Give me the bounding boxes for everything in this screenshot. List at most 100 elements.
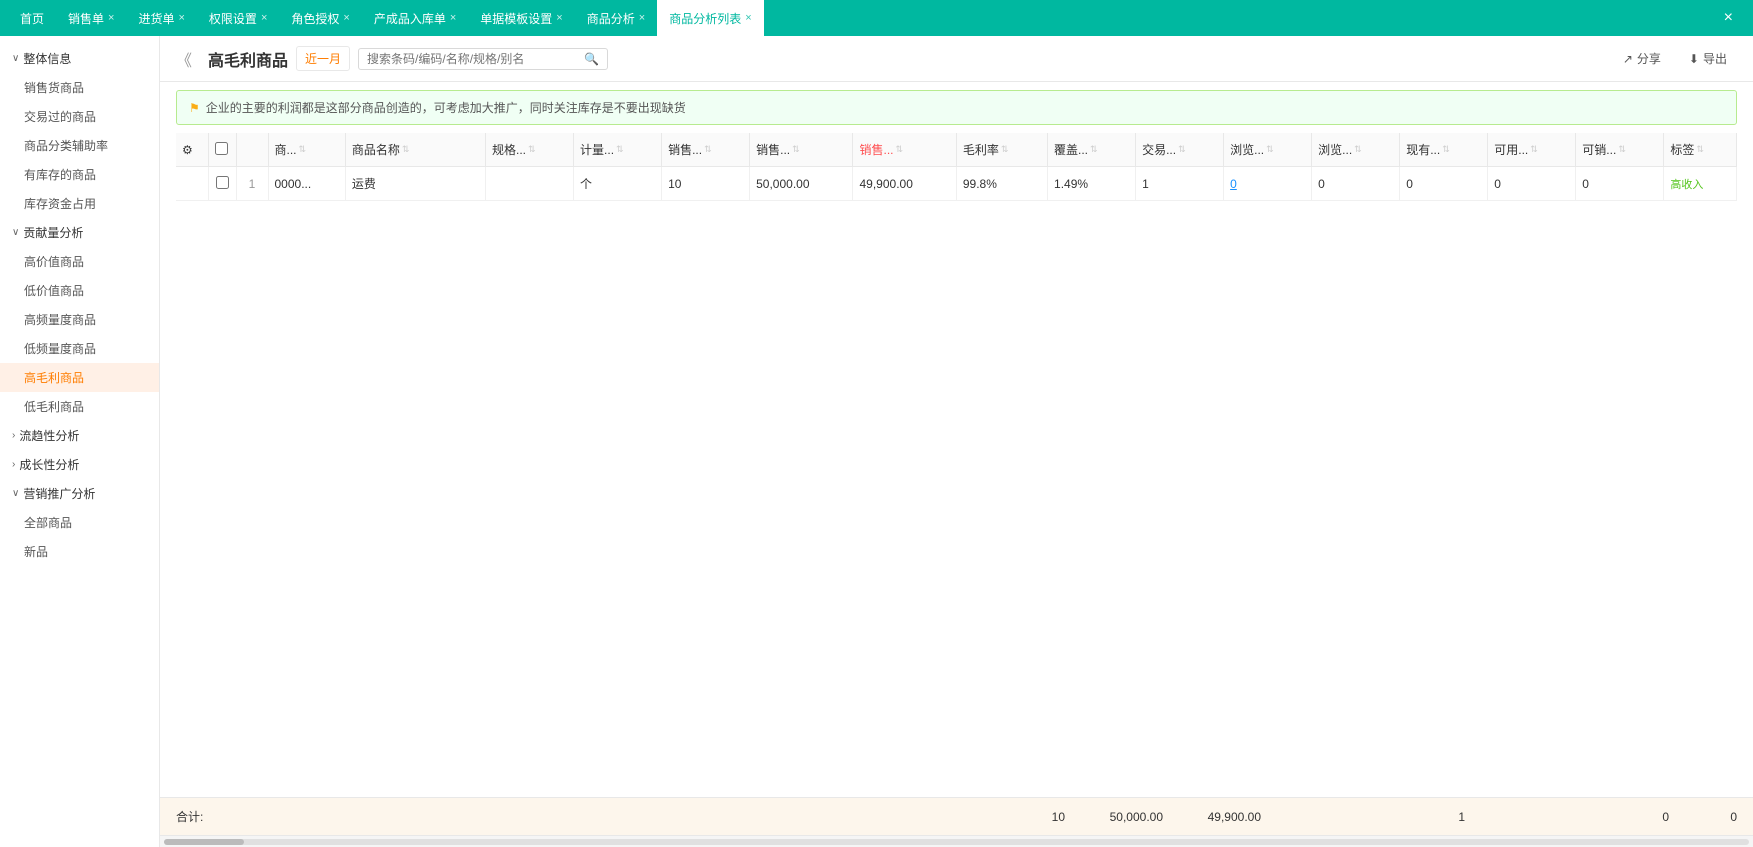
nav-products-in[interactable]: 产成品入库单 × [362,0,468,36]
col-trade[interactable]: 交易... ⇅ [1136,133,1224,167]
close-template-icon[interactable]: × [556,12,562,24]
nav-roles[interactable]: 角色授权 × [279,0,361,36]
footer-sales-qty: 10 [1005,810,1065,824]
nav-permissions[interactable]: 权限设置 × [197,0,279,36]
nav-template[interactable]: 单据模板设置 × [468,0,574,36]
col-num [236,133,268,167]
cell-tag: 高收入 [1664,167,1737,201]
sort-code: ⇅ [299,144,307,155]
sidebar-item-new-goods[interactable]: 新品 [0,537,159,566]
cell-trade: 1 [1136,167,1224,201]
sidebar-item-inventory-goods[interactable]: 有库存的商品 [0,160,159,189]
sort-spec: ⇅ [528,144,536,155]
close-products-icon[interactable]: × [450,12,456,24]
close-analysis-list-icon[interactable]: × [745,12,751,24]
footer-available: 0 [1677,810,1737,824]
col-settings[interactable]: ⚙ [176,133,208,167]
sidebar-group-financial[interactable]: ∨ 贡献量分析 [0,218,159,247]
cell-checkbox[interactable] [208,167,236,201]
col-tag[interactable]: 标签 ⇅ [1664,133,1737,167]
window-close-button[interactable]: × [1712,0,1745,36]
col-sales-profit[interactable]: 销售... ⇅ [853,133,956,167]
cell-gross-margin: 99.8% [956,167,1047,201]
main-layout: ∨ 整体信息 销售货商品 交易过的商品 商品分类辅助率 有库存的商品 库存资金占… [0,36,1753,847]
sidebar-item-sales-goods[interactable]: 销售货商品 [0,73,159,102]
sidebar-item-low-margin[interactable]: 低毛利商品 [0,392,159,421]
nav-purchase[interactable]: 进货单 × [126,0,196,36]
search-input[interactable] [367,52,580,66]
filter-period-button[interactable]: 近一月 [296,46,350,71]
sort-tag: ⇅ [1696,144,1704,155]
col-current-stock[interactable]: 现有... ⇅ [1400,133,1488,167]
expand-arrow-trend: › [12,430,15,441]
cell-browse1[interactable]: 0 [1224,167,1312,201]
sidebar-item-inventory-ratio[interactable]: 库存资金占用 [0,189,159,218]
sort-available: ⇅ [1530,144,1538,155]
search-icon[interactable]: 🔍 [584,52,599,66]
content-header: 《 高毛利商品 近一月 🔍 ↗ 分享 ⬇ 导出 [160,36,1753,82]
col-coverage[interactable]: 覆盖... ⇅ [1048,133,1136,167]
sort-coverage: ⇅ [1090,144,1098,155]
sidebar-item-low-value[interactable]: 低价值商品 [0,276,159,305]
sidebar-group-marketing[interactable]: ∨ 营销推广分析 [0,479,159,508]
sort-browse1: ⇅ [1266,144,1274,155]
col-sales-qty[interactable]: 销售... ⇅ [662,133,750,167]
col-code[interactable]: 商... ⇅ [268,133,345,167]
share-button[interactable]: ↗ 分享 [1613,46,1671,71]
expand-arrow-marketing: ∨ [12,488,19,499]
col-browse1[interactable]: 浏览... ⇅ [1224,133,1312,167]
sidebar-group-trend[interactable]: › 流趋性分析 [0,421,159,450]
export-button[interactable]: ⬇ 导出 [1679,46,1737,71]
sidebar-item-high-freq[interactable]: 高频量度商品 [0,305,159,334]
close-analysis-icon[interactable]: × [639,12,645,24]
nav-sales[interactable]: 销售单 × [56,0,126,36]
info-text: 企业的主要的利润都是这部分商品创造的，可考虑加大推广，同时关注库存是不要出现缺货 [206,99,686,116]
col-available[interactable]: 可用... ⇅ [1488,133,1576,167]
col-unit[interactable]: 计量... ⇅ [574,133,662,167]
sidebar-group-overall[interactable]: ∨ 整体信息 [0,44,159,73]
table-header-row: ⚙ 商... ⇅ [176,133,1737,167]
bottom-scrollbar[interactable] [160,835,1753,847]
sidebar-item-high-value[interactable]: 高价值商品 [0,247,159,276]
sidebar-item-analysis-assist[interactable]: 商品分类辅助率 [0,131,159,160]
close-purchase-icon[interactable]: × [178,12,184,24]
sidebar-item-high-margin[interactable]: 高毛利商品 [0,363,159,392]
footer-sales-profit: 49,900.00 [1171,810,1261,824]
sidebar: ∨ 整体信息 销售货商品 交易过的商品 商品分类辅助率 有库存的商品 库存资金占… [0,36,160,847]
col-sales-amt[interactable]: 销售... ⇅ [750,133,853,167]
sidebar-group-growth[interactable]: › 成长性分析 [0,450,159,479]
cell-unit: 个 [574,167,662,201]
col-spec[interactable]: 规格... ⇅ [485,133,573,167]
col-saleable[interactable]: 可销... ⇅ [1576,133,1664,167]
sidebar-item-all-goods[interactable]: 全部商品 [0,508,159,537]
footer-current-stock: 0 [1609,810,1669,824]
col-checkbox [208,133,236,167]
nav-analysis[interactable]: 商品分析 × [575,0,657,36]
sort-trade: ⇅ [1178,144,1186,155]
sidebar-item-low-freq[interactable]: 低频量度商品 [0,334,159,363]
collapse-sidebar-button[interactable]: 《 [176,47,192,71]
sidebar-item-traded-goods[interactable]: 交易过的商品 [0,102,159,131]
cell-coverage: 1.49% [1048,167,1136,201]
close-roles-icon[interactable]: × [343,12,349,24]
close-sales-icon[interactable]: × [108,12,114,24]
col-browse2[interactable]: 浏览... ⇅ [1312,133,1400,167]
sort-name: ⇅ [402,144,410,155]
sort-sales-profit: ⇅ [896,144,904,155]
top-nav: 首页 销售单 × 进货单 × 权限设置 × 角色授权 × 产成品入库单 × 单据… [0,0,1753,36]
total-label: 合计: [176,808,236,825]
footer-trade: 1 [1405,810,1465,824]
expand-arrow-financial: ∨ [12,227,19,238]
close-permissions-icon[interactable]: × [261,12,267,24]
nav-home[interactable]: 首页 [8,0,56,36]
sort-gross-margin: ⇅ [1001,144,1009,155]
footer-sales-amt: 50,000.00 [1073,810,1163,824]
select-all-checkbox[interactable] [215,142,228,155]
nav-analysis-list[interactable]: 商品分析列表 × [657,0,763,36]
col-gross-margin[interactable]: 毛利率 ⇅ [956,133,1047,167]
cell-code: 0000... [268,167,345,201]
sort-current-stock: ⇅ [1442,144,1450,155]
scroll-thumb[interactable] [164,839,244,845]
cell-available: 0 [1488,167,1576,201]
col-name[interactable]: 商品名称 ⇅ [345,133,485,167]
